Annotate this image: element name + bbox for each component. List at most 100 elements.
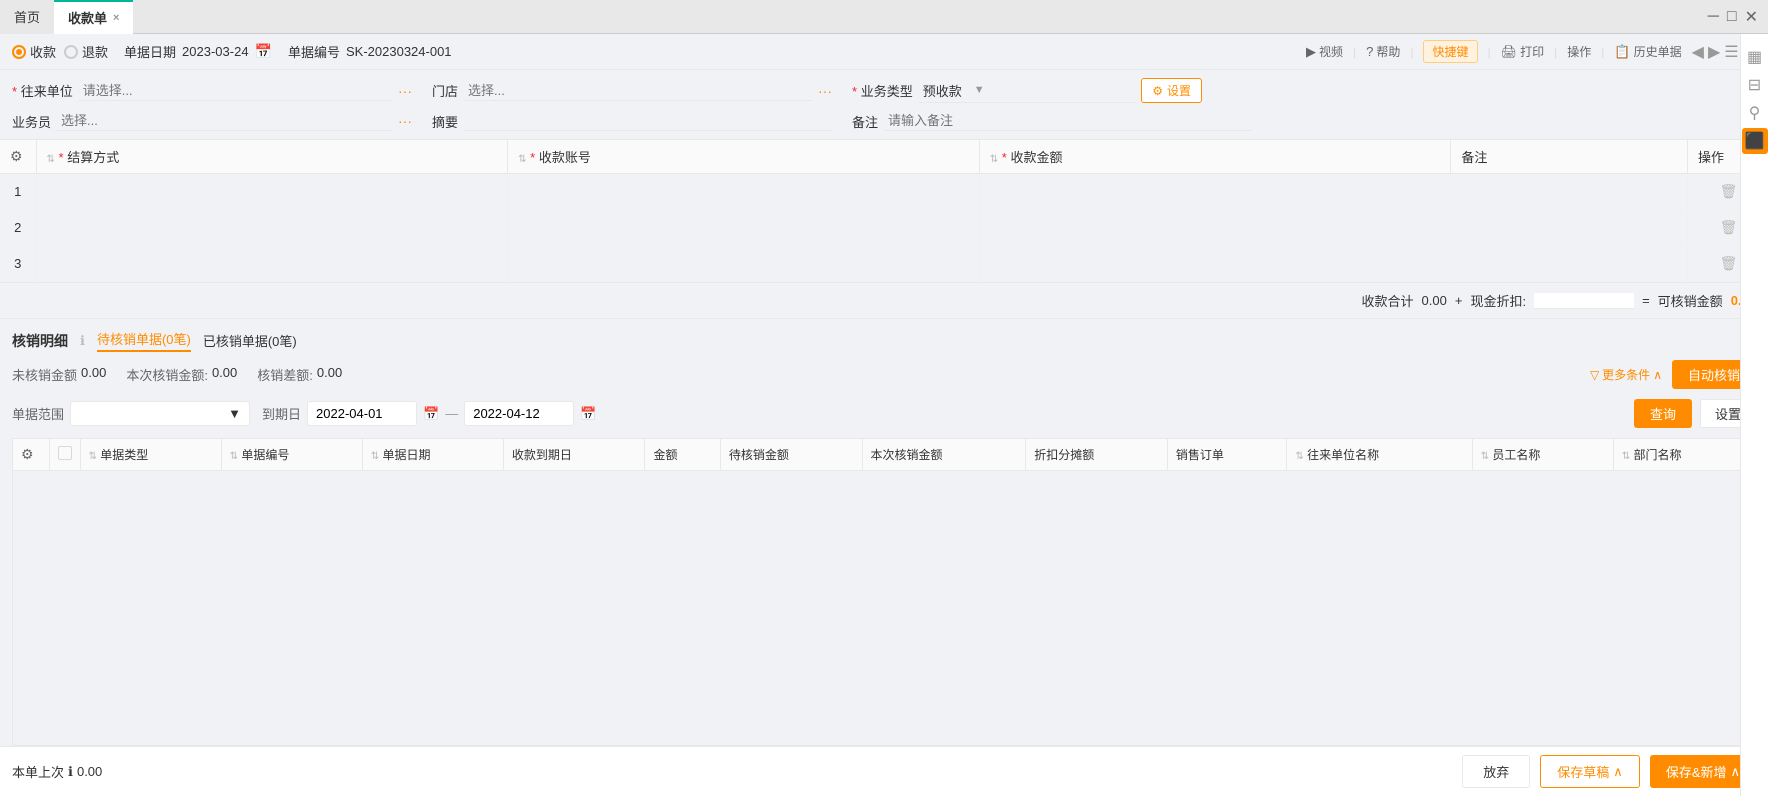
due-date-end[interactable] xyxy=(464,401,574,426)
save-draft-btn[interactable]: 保存草稿 ∧ xyxy=(1540,755,1640,788)
verify-info-icon[interactable]: ℹ xyxy=(80,333,85,349)
window-restore-icon[interactable]: □ xyxy=(1727,8,1737,26)
row-3-account[interactable] xyxy=(508,246,980,282)
row-3-settlement[interactable] xyxy=(36,246,508,282)
verify-tab-done[interactable]: 已核销单据(0笔) xyxy=(203,331,297,350)
abandon-btn[interactable]: 放弃 xyxy=(1462,755,1530,788)
shortcut-btn[interactable]: 快捷键 xyxy=(1423,40,1477,63)
tab-close-icon[interactable]: × xyxy=(113,12,119,24)
range-label: 单据范围 xyxy=(12,404,64,423)
bottom-btns: 放弃 保存草稿 ∧ 保存&新增 ∧ xyxy=(1462,755,1756,788)
settings-btn[interactable]: ⚙ 设置 xyxy=(1141,78,1202,103)
tab-home[interactable]: 首页 xyxy=(0,0,54,34)
row-2-account[interactable] xyxy=(508,210,980,246)
radio-receipt-dot xyxy=(12,45,26,59)
col-settings[interactable]: ⚙ xyxy=(0,140,36,174)
vcol-dept: ⇅ 部门名称 xyxy=(1613,439,1754,471)
vcol-current: 本次核销金额 xyxy=(862,439,1026,471)
row-1-amount[interactable] xyxy=(979,174,1451,210)
sidebar-table-icon[interactable]: ▦ xyxy=(1742,44,1768,70)
row-2-settlement[interactable] xyxy=(36,210,508,246)
radio-receipt[interactable]: 收款 xyxy=(12,42,56,61)
summary-input[interactable] xyxy=(464,111,832,131)
last-bill-info-icon[interactable]: ℹ xyxy=(68,764,73,780)
more-conditions-btn[interactable]: ▽ 更多条件 ∧ xyxy=(1590,366,1662,383)
window-minimize-icon[interactable]: ─ xyxy=(1708,8,1719,26)
partner-required: * xyxy=(12,84,17,99)
row-1-account[interactable] xyxy=(508,174,980,210)
equals-sign: = xyxy=(1642,293,1650,308)
calendar-end-icon[interactable]: 📅 xyxy=(580,406,596,422)
discount-input[interactable] xyxy=(1534,293,1634,309)
ops-btn[interactable]: 操作 xyxy=(1567,43,1591,60)
current-val: 0.00 xyxy=(212,365,237,384)
row-3-delete-btn[interactable]: 🗑 xyxy=(1720,255,1738,271)
sort-icon: ⇅ xyxy=(47,154,55,165)
vcol-check[interactable] xyxy=(49,439,80,471)
vcol-num: ⇅ 单据编号 xyxy=(221,439,362,471)
verify-tab-pending[interactable]: 待核销单据(0笔) xyxy=(97,329,191,352)
staff-more-btn[interactable]: ··· xyxy=(398,113,412,129)
radio-refund[interactable]: 退款 xyxy=(64,42,108,61)
print-label: 打印 xyxy=(1520,43,1544,60)
due-date-start[interactable] xyxy=(307,401,417,426)
range-select-arrow: ▼ xyxy=(228,406,241,421)
receipt-table: ⚙ ⇅ * 结算方式 ⇅ * 收款账号 ⇅ * xyxy=(0,140,1768,282)
partner-input[interactable] xyxy=(79,81,392,101)
vcol-partner: ⇅ 往来单位名称 xyxy=(1287,439,1472,471)
sidebar-doc-icon[interactable]: ⊟ xyxy=(1742,72,1768,98)
sidebar-link-icon[interactable]: ⚲ xyxy=(1742,100,1768,126)
col-settlement: ⇅ * 结算方式 xyxy=(36,140,508,174)
tab-receipt[interactable]: 收款单 × xyxy=(54,0,133,34)
stat-unchecked: 未核销金额 0.00 xyxy=(12,365,106,384)
remark-input[interactable] xyxy=(884,111,1252,131)
calendar-start-icon[interactable]: 📅 xyxy=(423,406,439,422)
row-1-delete-btn[interactable]: 🗑 xyxy=(1720,183,1738,199)
row-3-remark[interactable] xyxy=(1451,246,1688,282)
store-input[interactable] xyxy=(464,81,812,101)
calendar-icon[interactable]: 📅 xyxy=(255,43,272,60)
col-account: ⇅ * 收款账号 xyxy=(508,140,980,174)
vcol-gear[interactable]: ⚙ xyxy=(13,439,49,471)
help-label: 帮助 xyxy=(1376,43,1400,60)
bottom-info: 本单上次 ℹ 0.00 xyxy=(12,762,102,781)
row-2-remark[interactable] xyxy=(1451,210,1688,246)
window-close-icon[interactable]: ✕ xyxy=(1745,7,1758,27)
save-draft-arrow[interactable]: ∧ xyxy=(1613,764,1623,780)
table-row: 1 🗑 ⧉ xyxy=(0,174,1768,210)
vtable-gear-icon[interactable]: ⚙ xyxy=(21,446,34,462)
verify-filter: 单据范围 ▼ 到期日 📅 — 📅 xyxy=(12,399,1756,428)
verify-title: 核销明细 xyxy=(12,331,68,351)
check-all-box[interactable] xyxy=(58,446,72,460)
next-icon[interactable]: ▶ xyxy=(1708,42,1720,62)
date-label: 单据日期 xyxy=(124,42,176,61)
help-btn[interactable]: ? 帮助 xyxy=(1366,43,1400,60)
row-2-delete-btn[interactable]: 🗑 xyxy=(1720,219,1738,235)
row-2-amount[interactable] xyxy=(979,210,1451,246)
print-btn[interactable]: 🖨 打印 xyxy=(1501,43,1545,60)
list-icon[interactable]: ☰ xyxy=(1724,42,1738,62)
staff-input[interactable] xyxy=(57,111,392,131)
save-new-arrow[interactable]: ∧ xyxy=(1730,764,1740,780)
history-btn[interactable]: 📋 历史单据 xyxy=(1614,43,1681,60)
range-select[interactable]: ▼ xyxy=(70,401,250,426)
col-amount: ⇅ * 收款金额 xyxy=(979,140,1451,174)
biz-type-select[interactable]: 预收款 ▼ xyxy=(919,79,1136,103)
row-1-num: 1 xyxy=(0,174,36,210)
video-btn[interactable]: ▶ 视频 xyxy=(1306,43,1343,60)
query-btn[interactable]: 查询 xyxy=(1634,399,1692,428)
store-more-btn[interactable]: ··· xyxy=(818,83,832,99)
verify-filter-btns: ▽ 更多条件 ∧ 自动核销 xyxy=(1590,360,1756,389)
row-1-remark[interactable] xyxy=(1451,174,1688,210)
sidebar-expand-icon[interactable]: ⬛ xyxy=(1742,128,1768,154)
print-icon: 🖨 xyxy=(1501,44,1518,60)
partner-more-btn[interactable]: ··· xyxy=(398,83,412,99)
stat-diff: 核销差额: 0.00 xyxy=(257,365,342,384)
vcol-discount: 折扣分摊额 xyxy=(1026,439,1168,471)
table-gear-icon[interactable]: ⚙ xyxy=(10,148,23,164)
prev-icon[interactable]: ◀ xyxy=(1692,42,1704,62)
row-3-amount[interactable] xyxy=(979,246,1451,282)
date-separator: — xyxy=(445,406,458,421)
row-1-settlement[interactable] xyxy=(36,174,508,210)
biz-type-field: * 业务类型 预收款 ▼ ⚙ 设置 xyxy=(852,78,1202,103)
